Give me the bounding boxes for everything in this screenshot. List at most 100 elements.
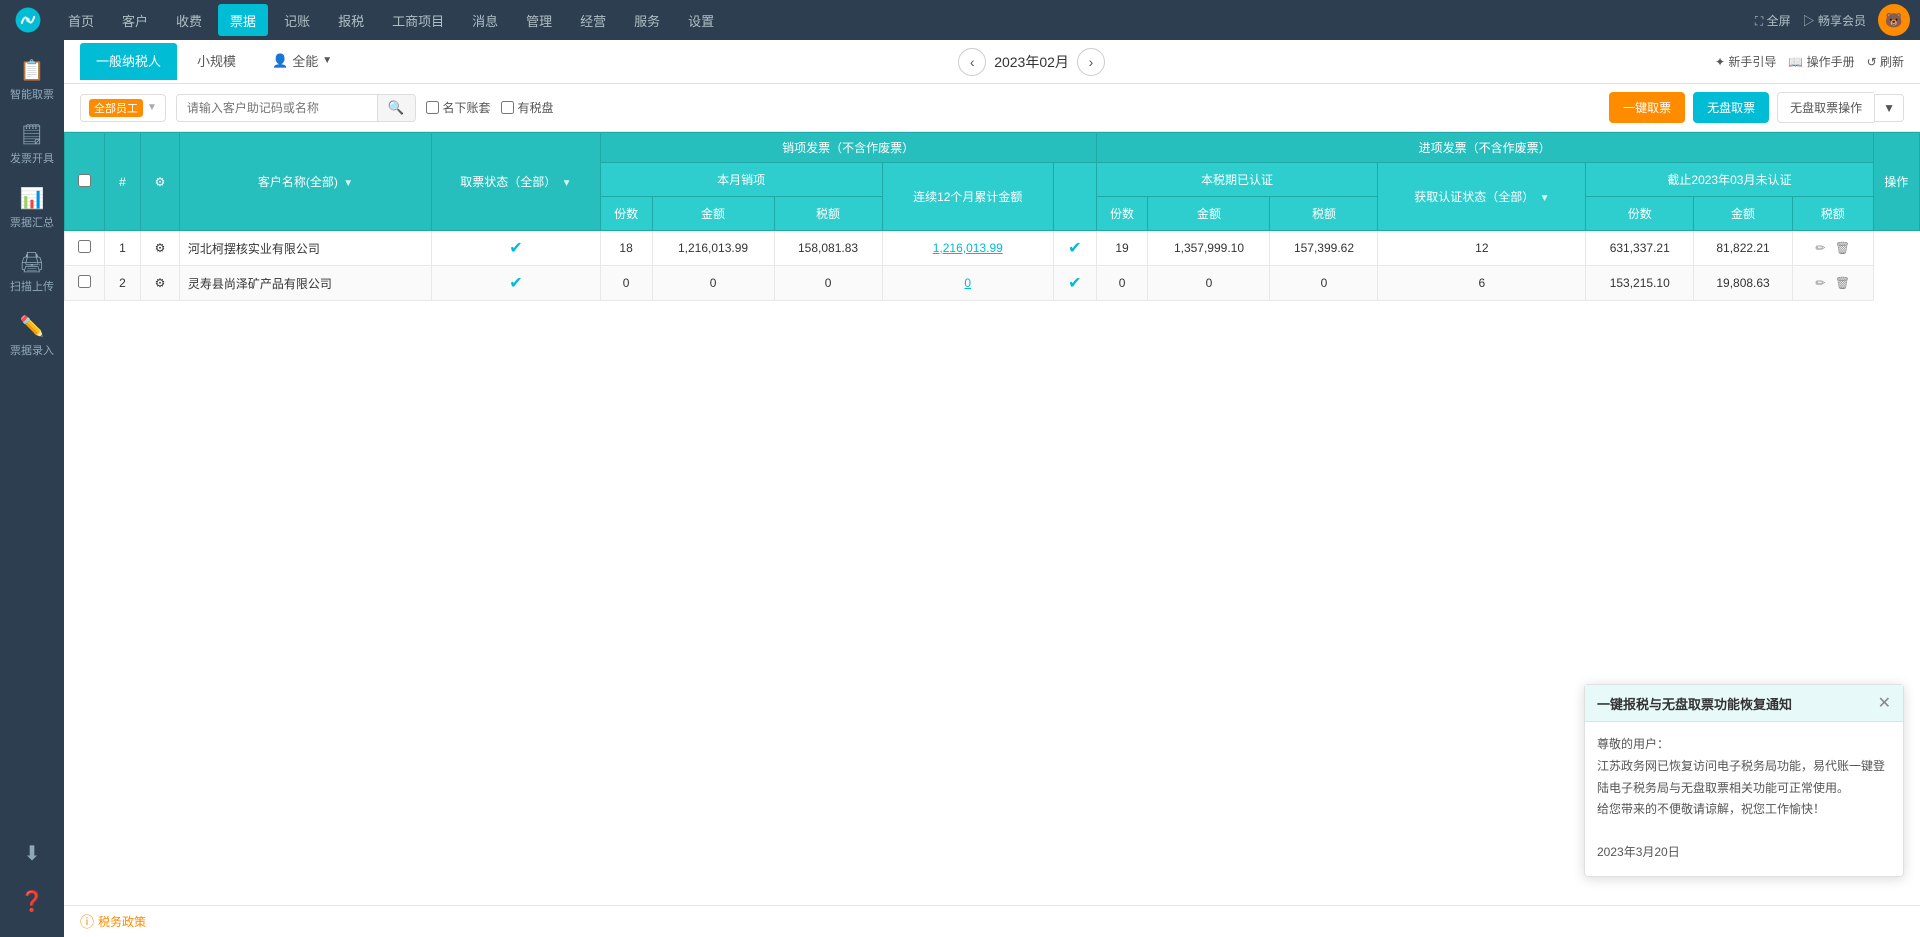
- diskless-operations-dropdown-btn[interactable]: ▼: [1874, 94, 1904, 122]
- diskless-ticket-btn[interactable]: 无盘取票: [1693, 92, 1769, 123]
- th-ticket-status: 取票状态（全部） ▼: [432, 133, 601, 231]
- delete-icon[interactable]: 🗑: [1835, 241, 1850, 255]
- fullscreen-btn[interactable]: ⛶ 全屏: [1755, 12, 1791, 29]
- row-purch-copies: 0: [1096, 266, 1148, 301]
- row-consecutive12[interactable]: 1,216,013.99: [882, 231, 1053, 266]
- nav-customer[interactable]: 客户: [110, 4, 160, 36]
- nav-invoice[interactable]: 票据: [218, 4, 268, 36]
- th-uncert-copies: 份数: [1586, 197, 1694, 231]
- th-consecutive12-spacer: [1054, 163, 1097, 231]
- notification-close-btn[interactable]: ✕: [1878, 693, 1891, 713]
- th-sales-invoice-group: 销项发票（不含作废票）: [600, 133, 1096, 163]
- new-guide-btn[interactable]: ✦ 新手引导: [1715, 53, 1776, 70]
- nav-business[interactable]: 工商项目: [380, 4, 456, 36]
- row-uncert-tax: 19,808.63: [1694, 266, 1793, 301]
- row-uncert-copies: 12: [1378, 231, 1586, 266]
- bottom-bar: ⓘ 税务政策: [64, 905, 1920, 937]
- sidebar-item-smart-ticket[interactable]: 📋 智能取票: [4, 50, 60, 110]
- filter-accounts-checkbox[interactable]: [426, 101, 439, 114]
- row-operations: ✏ 🗑: [1792, 231, 1873, 266]
- sidebar-item-invoice-open[interactable]: 🗒 发票开具: [4, 114, 60, 174]
- filter-disk-label[interactable]: 有税盘: [501, 99, 554, 116]
- notification-title: 一键报税与无盘取票功能恢复通知: [1597, 694, 1792, 713]
- th-purchase-invoice-group: 进项发票（不含作废票）: [1096, 133, 1873, 163]
- select-all-checkbox[interactable]: [78, 174, 91, 187]
- sidebar-help-icon[interactable]: ❓: [12, 881, 52, 921]
- tab-actions: ✦ 新手引导 📖 操作手册 ↺ 刷新: [1715, 53, 1904, 70]
- employee-select[interactable]: 全部员工 ▼: [80, 94, 166, 122]
- sidebar-item-invoice-summary[interactable]: 📊 票据汇总: [4, 178, 60, 238]
- nav-operations[interactable]: 经营: [568, 4, 618, 36]
- nav-billing[interactable]: 收费: [164, 4, 214, 36]
- th-current-month: 本月销项: [600, 163, 882, 197]
- row-ticket-status: ✔: [432, 231, 601, 266]
- scan-upload-icon: 🖨: [19, 250, 44, 275]
- filter-accounts-label[interactable]: 名下账套: [426, 99, 491, 116]
- delete-icon[interactable]: 🗑: [1835, 276, 1850, 290]
- tab-bar: 一般纳税人 小规模 👤 全能 ▼ ‹ 2023年02月 › ✦ 新手引导 📖 操…: [64, 40, 1920, 84]
- prev-month-btn[interactable]: ‹: [958, 48, 986, 76]
- search-button[interactable]: 🔍: [377, 95, 415, 121]
- th-sales-amount: 金额: [652, 197, 774, 231]
- row-settings[interactable]: ⚙: [141, 266, 180, 301]
- th-sales-tax: 税额: [774, 197, 882, 231]
- manual-btn[interactable]: 📖 操作手册: [1788, 53, 1854, 70]
- nav-home[interactable]: 首页: [56, 4, 106, 36]
- refresh-btn[interactable]: ↺ 刷新: [1867, 53, 1904, 70]
- th-until-uncertified: 截止2023年03月未认证: [1586, 163, 1873, 197]
- th-purch-copies: 份数: [1096, 197, 1148, 231]
- cert-status-icon: ✔: [1068, 240, 1081, 257]
- user-avatar[interactable]: 🐻: [1878, 4, 1910, 36]
- row-sales-tax: 158,081.83: [774, 231, 882, 266]
- row-checkbox[interactable]: [65, 231, 105, 266]
- row-num: 2: [105, 266, 141, 301]
- th-cert-status: 获取认证状态（全部） ▼: [1378, 163, 1586, 231]
- sidebar-download-icon[interactable]: ⬇: [12, 833, 52, 873]
- nav-settings[interactable]: 设置: [676, 4, 726, 36]
- filter-disk-checkbox[interactable]: [501, 101, 514, 114]
- notification-header: 一键报税与无盘取票功能恢复通知 ✕: [1585, 685, 1903, 722]
- invoice-summary-icon: 📊: [20, 186, 45, 211]
- tab-general-taxpayer[interactable]: 一般纳税人: [80, 43, 177, 80]
- th-current-period-certified: 本税期已认证: [1096, 163, 1378, 197]
- row-cert-status: ✔: [1054, 231, 1097, 266]
- notification-content: 尊敬的用户： 江苏政务网已恢复访问电子税务局功能，易代账一键登陆电子税务局与无盘…: [1597, 734, 1891, 864]
- row-settings[interactable]: ⚙: [141, 231, 180, 266]
- nav-message[interactable]: 消息: [460, 4, 510, 36]
- tab-small-scale[interactable]: 小规模: [181, 43, 252, 80]
- invoice-open-icon: 🗒: [19, 122, 44, 147]
- sidebar-item-label: 票据录入: [10, 342, 54, 358]
- next-month-btn[interactable]: ›: [1077, 48, 1105, 76]
- sidebar-item-scan-upload[interactable]: 🖨 扫描上传: [4, 242, 60, 302]
- quick-ticket-btn[interactable]: 一键取票: [1609, 92, 1685, 123]
- tab-all[interactable]: 👤 全能 ▼: [256, 43, 348, 80]
- month-navigation: ‹ 2023年02月 ›: [958, 48, 1105, 76]
- member-btn[interactable]: ▷ 畅享会员: [1803, 12, 1866, 29]
- row-checkbox[interactable]: [65, 266, 105, 301]
- current-month: 2023年02月: [994, 52, 1069, 72]
- nav-bookkeeping[interactable]: 记账: [272, 4, 322, 36]
- sidebar-bottom: ⬇ ❓: [12, 833, 52, 937]
- row-num: 1: [105, 231, 141, 266]
- edit-icon[interactable]: ✏: [1815, 241, 1825, 255]
- row-sales-tax: 0: [774, 266, 882, 301]
- nav-tax[interactable]: 报税: [326, 4, 376, 36]
- tax-policy-link[interactable]: ⓘ 税务政策: [80, 912, 146, 932]
- edit-icon[interactable]: ✏: [1815, 276, 1825, 290]
- nav-menu: 首页 客户 收费 票据 记账 报税 工商项目 消息 管理 经营 服务 设置: [56, 4, 1755, 36]
- nav-right-actions: ⛶ 全屏 ▷ 畅享会员 🐻: [1755, 4, 1910, 36]
- search-input[interactable]: [177, 96, 377, 120]
- row-customer-name: 灵寿县尚泽矿产品有限公司: [179, 266, 431, 301]
- nav-manage[interactable]: 管理: [514, 4, 564, 36]
- sidebar-item-invoice-entry[interactable]: ✏️ 票据录入: [4, 306, 60, 366]
- th-checkbox: [65, 133, 105, 231]
- diskless-operations-btn[interactable]: 无盘取票操作: [1777, 92, 1874, 123]
- th-uncert-amount: 金额: [1694, 197, 1793, 231]
- left-sidebar: 📋 智能取票 🗒 发票开具 📊 票据汇总 🖨 扫描上传 ✏️ 票据录入 ⬇ ❓: [0, 40, 64, 937]
- row-consecutive12[interactable]: 0: [882, 266, 1053, 301]
- sidebar-item-label: 发票开具: [10, 150, 54, 166]
- th-sales-copies: 份数: [600, 197, 652, 231]
- table-header-row1: # ⚙ 客户名称(全部) ▼ 取票状态（全部） ▼ 销项发票（不含作废票） 进项…: [65, 133, 1920, 163]
- ticket-status-icon: ✔: [509, 275, 522, 292]
- nav-service[interactable]: 服务: [622, 4, 672, 36]
